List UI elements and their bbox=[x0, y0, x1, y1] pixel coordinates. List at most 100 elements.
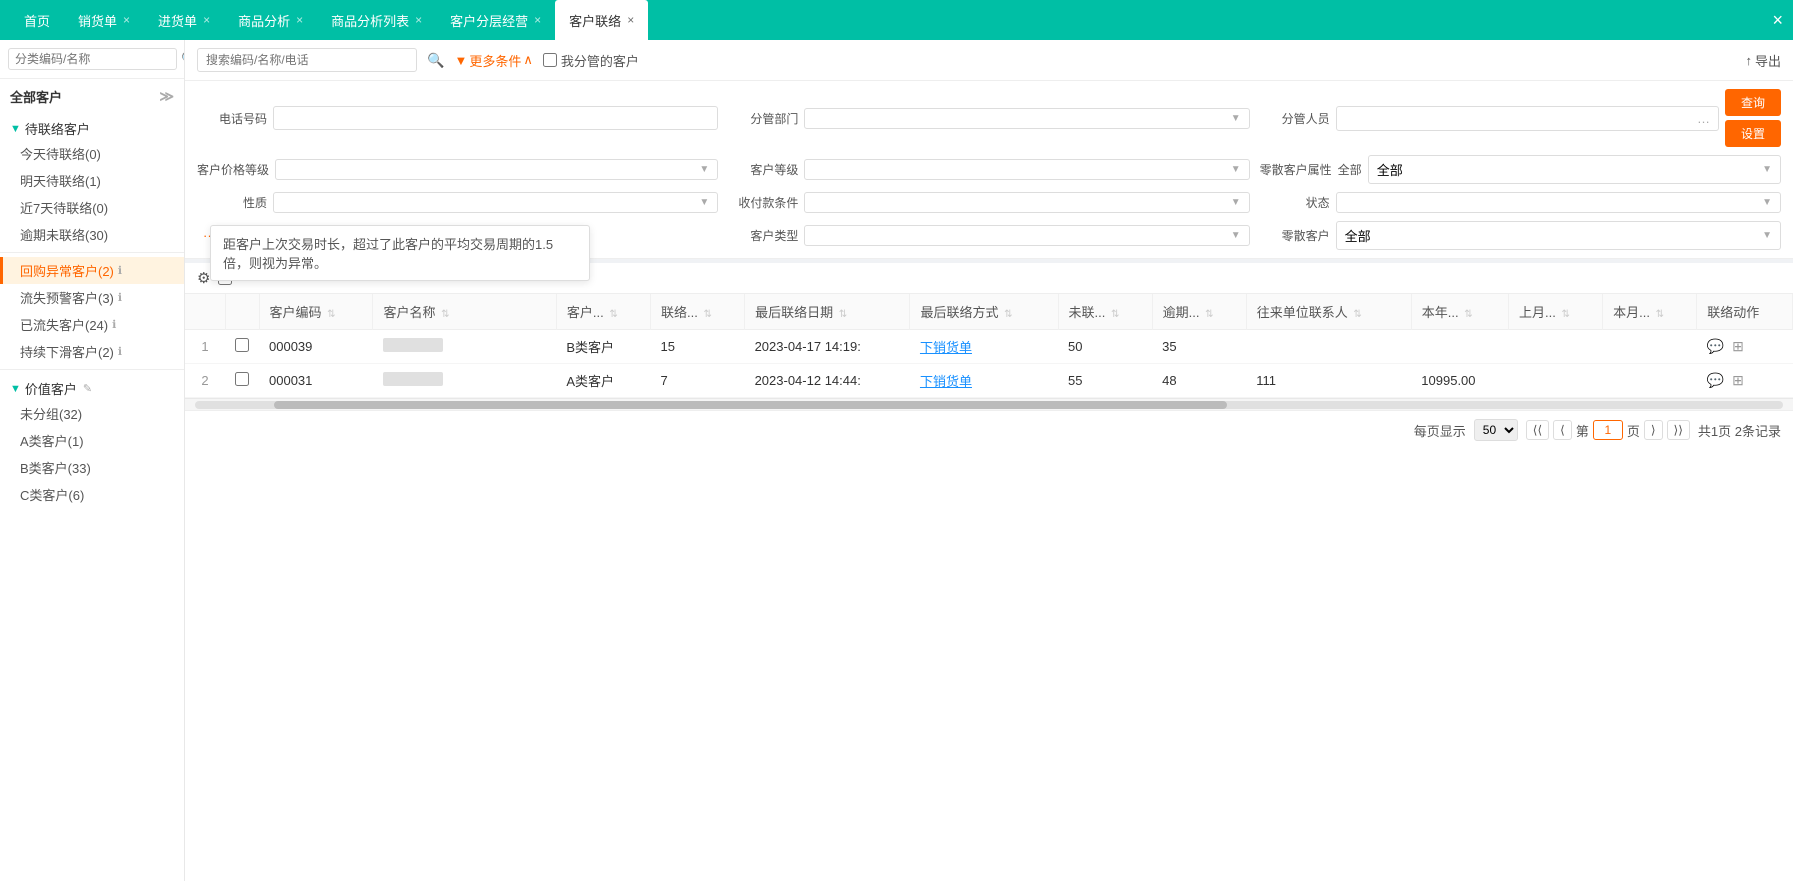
my-customers-filter[interactable]: 我分管的客户 bbox=[543, 51, 639, 70]
content-area: 🔍 ▼ 更多条件 ∧ 我分管的客户 ↑ 导出 电话号码 bbox=[185, 40, 1793, 881]
row-1-checkbox[interactable] bbox=[235, 338, 249, 352]
sidebar-item-declining[interactable]: 持续下滑客户(2) ℹ bbox=[0, 338, 184, 365]
sort-year-icon: ⇅ bbox=[1464, 309, 1472, 320]
scroll-thumb[interactable] bbox=[274, 401, 1227, 409]
export-button[interactable]: ↑ 导出 bbox=[1745, 51, 1781, 70]
retail-customer-chevron-icon: ▼ bbox=[1762, 230, 1772, 241]
nav-product-analysis[interactable]: 商品分析 × bbox=[224, 0, 317, 40]
retail-attr-select[interactable]: 全部 ▼ bbox=[1368, 155, 1781, 184]
filter-row-2: 客户价格等级 ▼ 客户等级 ▼ 零散客户属性 全部 bbox=[197, 155, 1781, 184]
nav-customer-contact-close[interactable]: × bbox=[627, 13, 634, 27]
col-contact-count: 联络... ⇅ bbox=[650, 294, 744, 330]
row-1-grid-icon[interactable]: ⊞ bbox=[1732, 338, 1744, 355]
row-2-checkbox[interactable] bbox=[235, 372, 249, 386]
nav-sales-order-close[interactable]: × bbox=[123, 13, 130, 27]
next-page-btn[interactable]: ⟩ bbox=[1644, 420, 1663, 440]
col-this-month: 本月... ⇅ bbox=[1603, 294, 1697, 330]
value-group-edit[interactable]: ✎ bbox=[83, 382, 92, 395]
col-check bbox=[225, 294, 259, 330]
sort-overdue-icon: ⇅ bbox=[1205, 309, 1213, 320]
more-conditions-btn[interactable]: ▼ 更多条件 ∧ bbox=[454, 51, 532, 70]
row-1-unit-contact bbox=[1246, 330, 1411, 364]
prev-page-btn[interactable]: ⟨ bbox=[1553, 420, 1572, 440]
row-1-contact-count: 15 bbox=[650, 330, 744, 364]
nav-customer-tier[interactable]: 客户分层经营 × bbox=[436, 0, 555, 40]
retail-customer-select[interactable]: 全部 ▼ bbox=[1336, 221, 1781, 250]
filter-field-status: 状态 ▼ bbox=[1260, 192, 1781, 213]
nav-product-analysis-list-close[interactable]: × bbox=[415, 13, 422, 27]
price-level-select[interactable]: ▼ bbox=[275, 159, 718, 180]
nav-home[interactable]: 首页 bbox=[10, 0, 64, 40]
all-customers-header[interactable]: 全部客户 ≫ bbox=[0, 79, 184, 114]
customer-level-chevron-icon: ▼ bbox=[1231, 164, 1241, 175]
sidebar-item-overdue-pending[interactable]: 逾期未联络(30) bbox=[0, 221, 184, 248]
nav-sales-order[interactable]: 销货单 × bbox=[64, 0, 144, 40]
per-page-select[interactable]: 50 bbox=[1474, 419, 1518, 441]
customer-type-select[interactable]: ▼ bbox=[804, 225, 1249, 246]
value-group-arrow: ▼ bbox=[10, 383, 21, 395]
pending-contact-group[interactable]: ▼ 待联络客户 bbox=[0, 114, 184, 140]
nav-customer-contact[interactable]: 客户联络 × bbox=[555, 0, 648, 40]
row-2-method-link[interactable]: 下销货单 bbox=[920, 374, 972, 389]
col-category: 客户... ⇅ bbox=[556, 294, 650, 330]
value-customer-group[interactable]: ▼ 价值客户 ✎ bbox=[0, 374, 184, 400]
sidebar-search-area: 🔍 bbox=[0, 40, 184, 79]
first-page-btn[interactable]: ⟨⟨ bbox=[1526, 420, 1549, 440]
row-2-last-method: 下销货单 bbox=[910, 364, 1058, 398]
current-page-input[interactable] bbox=[1593, 420, 1623, 440]
settings-button[interactable]: 设置 bbox=[1725, 120, 1781, 147]
row-1-last-month bbox=[1509, 330, 1603, 364]
sidebar-item-class-c[interactable]: C类客户(6) bbox=[0, 481, 184, 508]
row-2-grid-icon[interactable]: ⊞ bbox=[1732, 372, 1744, 389]
query-button[interactable]: 查询 bbox=[1725, 89, 1781, 116]
row-1-method-link[interactable]: 下销货单 bbox=[920, 340, 972, 355]
sidebar-item-week-pending[interactable]: 近7天待联络(0) bbox=[0, 194, 184, 221]
nav-product-analysis-list[interactable]: 商品分析列表 × bbox=[317, 0, 436, 40]
col-this-year: 本年... ⇅ bbox=[1411, 294, 1508, 330]
sidebar-item-churned[interactable]: 已流失客户(24) ℹ bbox=[0, 311, 184, 338]
row-2-chat-icon[interactable]: 💬 bbox=[1707, 372, 1724, 389]
filter-field-price-level: 客户价格等级 ▼ bbox=[197, 159, 718, 180]
nature-select[interactable]: ▼ bbox=[273, 192, 718, 213]
horizontal-scrollbar[interactable] bbox=[185, 398, 1793, 410]
info-icon-4: ℹ bbox=[118, 345, 122, 358]
last-page-btn[interactable]: ⟩⟩ bbox=[1667, 420, 1690, 440]
sidebar-item-churn-warning[interactable]: 流失预警客户(3) ℹ bbox=[0, 284, 184, 311]
row-1-chat-icon[interactable]: 💬 bbox=[1707, 338, 1724, 355]
nav-purchase-order-close[interactable]: × bbox=[203, 13, 210, 27]
row-1-action-icons: 💬 ⊞ bbox=[1707, 338, 1783, 355]
sort-date-icon: ⇅ bbox=[839, 309, 847, 320]
person-select[interactable]: … bbox=[1336, 106, 1719, 131]
sidebar-item-class-b[interactable]: B类客户(33) bbox=[0, 454, 184, 481]
sidebar-item-class-a[interactable]: A类客户(1) bbox=[0, 427, 184, 454]
my-customers-checkbox[interactable] bbox=[543, 53, 557, 67]
sidebar-search-input[interactable] bbox=[8, 48, 177, 70]
customer-level-select[interactable]: ▼ bbox=[804, 159, 1249, 180]
nav-product-analysis-close[interactable]: × bbox=[296, 13, 303, 27]
retail-customer-label: 零散客户 bbox=[1260, 227, 1330, 244]
search-input[interactable] bbox=[197, 48, 417, 72]
row-2-last-month bbox=[1509, 364, 1603, 398]
sidebar-item-tomorrow-pending[interactable]: 明天待联络(1) bbox=[0, 167, 184, 194]
window-close-icon[interactable]: × bbox=[1772, 10, 1783, 31]
status-select[interactable]: ▼ bbox=[1336, 192, 1781, 213]
sidebar-item-today-pending[interactable]: 今天待联络(0) bbox=[0, 140, 184, 167]
phone-input[interactable] bbox=[273, 106, 718, 130]
nav-customer-tier-close[interactable]: × bbox=[534, 13, 541, 27]
total-records: 共1页 2条记录 bbox=[1698, 421, 1781, 440]
scroll-track bbox=[195, 401, 1783, 409]
filter-field-dept: 分管部门 ▼ bbox=[728, 108, 1249, 129]
customer-type-label: 客户类型 bbox=[728, 227, 798, 244]
search-button[interactable]: 🔍 bbox=[427, 52, 444, 69]
dept-select[interactable]: ▼ bbox=[804, 108, 1249, 129]
page-prefix: 第 bbox=[1576, 421, 1589, 440]
top-nav: 首页 销货单 × 进货单 × 商品分析 × 商品分析列表 × 客户分层经营 × … bbox=[0, 0, 1793, 40]
data-table: 客户编码 ⇅ 客户名称 ⇅ 客户... ⇅ 联络... bbox=[185, 294, 1793, 398]
filter-field-customer-level: 客户等级 ▼ bbox=[728, 159, 1249, 180]
row-1-last-method: 下销货单 bbox=[910, 330, 1058, 364]
payment-select[interactable]: ▼ bbox=[804, 192, 1249, 213]
table-settings-icon[interactable]: ⚙ bbox=[197, 269, 210, 287]
nav-purchase-order[interactable]: 进货单 × bbox=[144, 0, 224, 40]
sidebar-item-repurchase-anomaly[interactable]: 回购异常客户(2) ℹ bbox=[0, 257, 184, 284]
sidebar-item-unclassified[interactable]: 未分组(32) bbox=[0, 400, 184, 427]
